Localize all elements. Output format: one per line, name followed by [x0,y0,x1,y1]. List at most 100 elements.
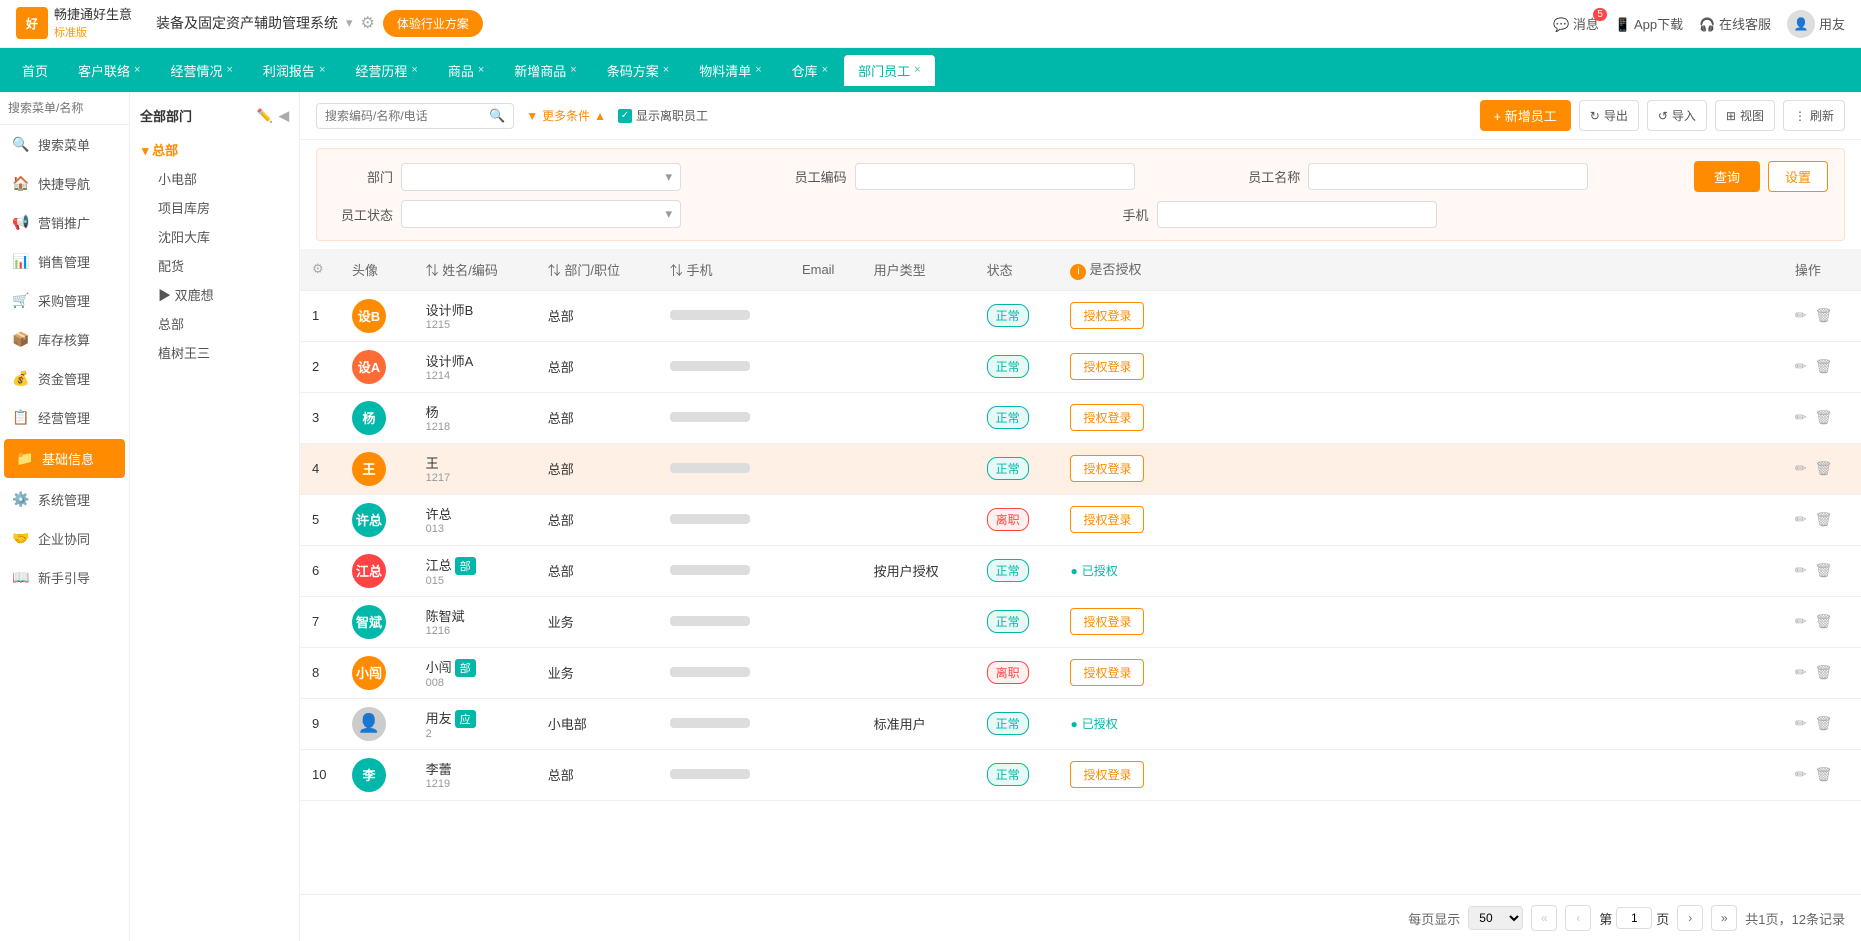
page-last-btn[interactable]: » [1711,905,1737,931]
auth-btn[interactable]: 授权登录 [1070,506,1144,533]
page-size-select[interactable]: 50 100 [1468,906,1523,930]
sidebar-item-sales[interactable]: 📊销售管理 [0,242,129,281]
edit-btn[interactable]: ✏ [1795,562,1807,579]
user-area[interactable]: 👤 用友 [1787,10,1845,38]
sidebar-item-business[interactable]: 📋经营管理 [0,398,129,437]
filter-dept-select[interactable]: ▾ [401,163,681,191]
query-btn[interactable]: 查询 [1694,161,1760,192]
page-current: 第 页 [1599,907,1669,929]
auth-btn[interactable]: 授权登录 [1070,761,1144,788]
sidebar-item-collab[interactable]: 🤝企业协同 [0,519,129,558]
online-service-btn[interactable]: 🎧 在线客服 [1699,14,1771,33]
delete-btn[interactable]: 🗑 [1815,715,1833,732]
edit-btn[interactable]: ✏ [1795,613,1807,630]
delete-btn[interactable]: 🗑 [1815,409,1833,426]
col-phone[interactable]: ⇅ 手机 [658,249,790,290]
system-title-dropdown[interactable]: ▾ [346,15,353,31]
tab-goods[interactable]: 商品 × [434,55,498,86]
sidebar-item-basic[interactable]: 📁基础信息 [4,439,125,478]
auth-btn[interactable]: 授权登录 [1070,455,1144,482]
tab-profit[interactable]: 利润报告 × [249,55,339,86]
dept-node-xiaodian[interactable]: 小电部 [146,164,299,193]
edit-btn[interactable]: ✏ [1795,307,1807,324]
delete-btn[interactable]: 🗑 [1815,613,1833,630]
more-filter-btn[interactable]: ▼ 更多条件 ▲ [526,107,606,124]
tab-home[interactable]: 首页 [8,55,62,86]
show-resign-toggle[interactable]: ✓ 显示离职员工 [618,107,708,124]
view-btn[interactable]: ⊞ 视图 [1715,100,1775,131]
edit-btn[interactable]: ✏ [1795,664,1807,681]
filter-empname-input[interactable] [1308,163,1588,190]
tab-warehouse[interactable]: 仓库 × [778,55,842,86]
dept-node-zhishu[interactable]: 植树王三 [146,338,299,367]
settings-icon[interactable]: ⚙ [361,13,375,33]
edit-btn[interactable]: ✏ [1795,358,1807,375]
filter-status-select[interactable]: ▾ [401,200,681,228]
tab-barcode[interactable]: 条码方案 × [593,55,683,86]
auth-btn[interactable]: 授权登录 [1070,404,1144,431]
edit-btn[interactable]: ✏ [1795,460,1807,477]
dept-collapse-icon[interactable]: ◀ [279,108,289,124]
export-btn[interactable]: ↻ 导出 [1579,100,1639,131]
auth-btn[interactable]: 授权登录 [1070,302,1144,329]
search-btn-icon[interactable]: 🔍 [489,108,505,124]
import-btn[interactable]: ↺ 导入 [1647,100,1707,131]
row-email [790,494,862,545]
show-resign-checkbox[interactable]: ✓ [618,109,632,123]
sidebar-item-search[interactable]: 🔍搜索菜单 [0,125,129,164]
edit-btn[interactable]: ✏ [1795,766,1807,783]
logo-area: 好 畅捷通好生意 标准版 [16,7,132,40]
delete-btn[interactable]: 🗑 [1815,511,1833,528]
edit-btn[interactable]: ✏ [1795,511,1807,528]
delete-btn[interactable]: 🗑 [1815,307,1833,324]
delete-btn[interactable]: 🗑 [1815,664,1833,681]
sidebar-item-marketing[interactable]: 📢营销推广 [0,203,129,242]
sidebar-item-finance[interactable]: 💰资金管理 [0,359,129,398]
tab-bom[interactable]: 物料清单 × [685,55,775,86]
sidebar-search-input[interactable] [8,101,130,115]
sidebar-item-guide[interactable]: 📖新手引导 [0,558,129,597]
delete-btn[interactable]: 🗑 [1815,358,1833,375]
sidebar-item-quicknav[interactable]: 🏠快捷导航 [0,164,129,203]
page-first-btn[interactable]: « [1531,905,1557,931]
message-btn[interactable]: 💬 消息 5 [1553,14,1599,33]
dept-node-projroom[interactable]: 项目库房 [146,193,299,222]
tab-operation[interactable]: 经营情况 × [156,55,246,86]
dept-node-headquarters-root[interactable]: ▾ 总部 [130,135,299,164]
auth-btn[interactable]: 授权登录 [1070,659,1144,686]
auth-info-icon[interactable]: i [1070,264,1086,280]
col-name[interactable]: ⇅ 姓名/编码 [414,249,536,290]
set-btn[interactable]: 设置 [1768,161,1828,192]
col-dept[interactable]: ⇅ 部门/职位 [536,249,658,290]
page-next-btn[interactable]: › [1677,905,1703,931]
tab-add-goods[interactable]: 新增商品 × [500,55,590,86]
page-prev-btn[interactable]: ‹ [1565,905,1591,931]
col-settings[interactable]: ⚙ [300,249,340,290]
delete-btn[interactable]: 🗑 [1815,766,1833,783]
page-input[interactable] [1616,907,1652,929]
dept-node-shenyang[interactable]: 沈阳大库 [146,222,299,251]
sidebar-item-purchase[interactable]: 🛒采购管理 [0,281,129,320]
tab-customer[interactable]: 客户联络 × [64,55,154,86]
add-employee-btn[interactable]: + 新增员工 [1480,100,1571,131]
tab-dept-employee[interactable]: 部门员工 × [844,55,934,86]
dept-node-shuanglu[interactable]: ▶ 双鹿想 [146,280,299,309]
dept-node-peihuo[interactable]: 配货 [146,251,299,280]
dept-edit-icon[interactable]: ✏️ [257,108,273,124]
delete-btn[interactable]: 🗑 [1815,562,1833,579]
sidebar-item-inventory[interactable]: 📦库存核算 [0,320,129,359]
tab-history[interactable]: 经营历程 × [341,55,431,86]
app-download-btn[interactable]: 📱 App下载 [1615,14,1683,33]
search-input[interactable] [325,109,485,123]
auth-btn[interactable]: 授权登录 [1070,353,1144,380]
filter-empcode-input[interactable] [855,163,1135,190]
more-ops-btn[interactable]: ⋮ 刷新 [1783,100,1845,131]
auth-btn[interactable]: 授权登录 [1070,608,1144,635]
trial-btn[interactable]: 体验行业方案 [383,10,483,37]
edit-btn[interactable]: ✏ [1795,715,1807,732]
filter-phone-input[interactable] [1157,201,1437,228]
edit-btn[interactable]: ✏ [1795,409,1807,426]
dept-node-zongbu[interactable]: 总部 [146,309,299,338]
delete-btn[interactable]: 🗑 [1815,460,1833,477]
sidebar-item-system[interactable]: ⚙️系统管理 [0,480,129,519]
